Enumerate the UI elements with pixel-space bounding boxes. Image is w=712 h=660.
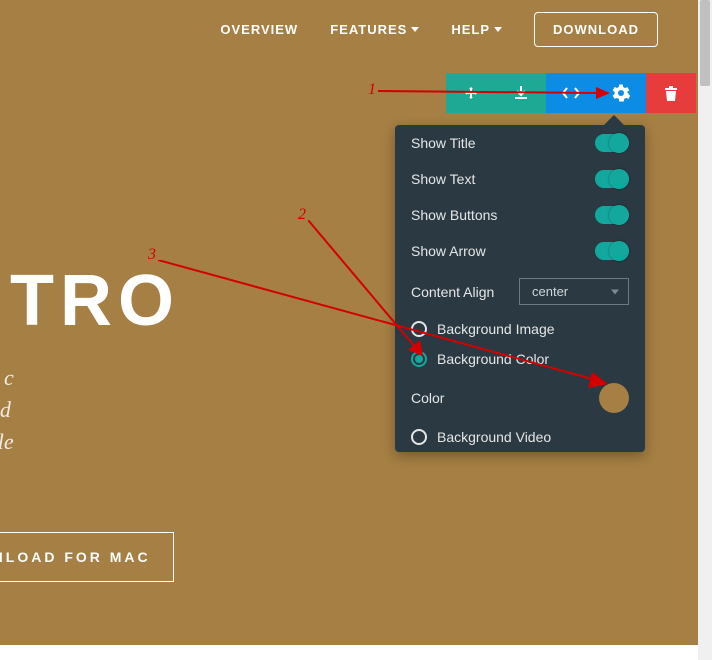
- block-settings-popover: Show Title Show Text Show Buttons Show A…: [395, 125, 645, 452]
- top-nav: OVERVIEW FEATURES HELP DOWNLOAD: [0, 12, 658, 47]
- nav-help-label: HELP: [451, 22, 490, 37]
- color-label: Color: [411, 390, 444, 406]
- nav-overview[interactable]: OVERVIEW: [220, 22, 298, 37]
- settings-block-button[interactable]: [596, 73, 646, 113]
- radio-icon: [411, 429, 427, 445]
- show-arrow-toggle[interactable]: [595, 242, 629, 260]
- bg-video-label: Background Video: [437, 429, 551, 445]
- save-block-button[interactable]: [496, 73, 546, 113]
- show-title-row: Show Title: [395, 125, 645, 161]
- gear-icon: [612, 84, 630, 102]
- code-icon: [562, 86, 580, 100]
- show-title-toggle[interactable]: [595, 134, 629, 152]
- show-arrow-label: Show Arrow: [411, 243, 486, 259]
- hero-body: ick blue "Gear" icon in the top right c …: [0, 362, 420, 490]
- hero-body-line: s, sites and add extensions.: [0, 458, 420, 490]
- hero-body-line: itle and change the block background: [0, 394, 420, 426]
- move-icon: [463, 85, 479, 101]
- color-swatch[interactable]: [599, 383, 629, 413]
- content-align-select[interactable]: center: [519, 278, 629, 305]
- hero-body-line: ick blue "Gear" icon in the top right c: [0, 362, 420, 394]
- hero-body-line: ner to add a new block. Use the top le: [0, 426, 420, 458]
- show-buttons-toggle[interactable]: [595, 206, 629, 224]
- content-align-label: Content Align: [411, 284, 494, 300]
- nav-help[interactable]: HELP: [451, 22, 502, 37]
- download-button[interactable]: DOWNLOAD: [534, 12, 658, 47]
- content-align-row: Content Align center: [395, 269, 645, 314]
- color-row: Color: [395, 374, 645, 422]
- download-icon: [514, 86, 528, 100]
- show-arrow-row: Show Arrow: [395, 233, 645, 269]
- block-toolbar: [446, 73, 696, 113]
- radio-icon: [411, 351, 427, 367]
- scrollbar-thumb[interactable]: [700, 0, 710, 86]
- code-block-button[interactable]: [546, 73, 596, 113]
- bg-image-label: Background Image: [437, 321, 555, 337]
- nav-features[interactable]: FEATURES: [330, 22, 419, 37]
- radio-icon: [411, 321, 427, 337]
- move-block-button[interactable]: [446, 73, 496, 113]
- bg-video-radio[interactable]: Background Video: [395, 422, 645, 452]
- download-mac-button[interactable]: DOWNLOAD FOR MAC: [0, 532, 174, 582]
- nav-features-label: FEATURES: [330, 22, 407, 37]
- show-title-label: Show Title: [411, 135, 476, 151]
- caret-down-icon: [411, 27, 419, 32]
- trash-icon: [664, 85, 678, 101]
- show-text-row: Show Text: [395, 161, 645, 197]
- show-buttons-label: Show Buttons: [411, 207, 497, 223]
- delete-block-button[interactable]: [646, 73, 696, 113]
- hero-buttons: OWS DOWNLOAD FOR MAC: [0, 532, 174, 582]
- caret-down-icon: [494, 27, 502, 32]
- vertical-scrollbar[interactable]: [698, 0, 712, 660]
- hero-title: REEN INTRO: [0, 260, 456, 342]
- show-buttons-row: Show Buttons: [395, 197, 645, 233]
- show-text-label: Show Text: [411, 171, 475, 187]
- bg-color-radio[interactable]: Background Color: [395, 344, 645, 374]
- bg-image-radio[interactable]: Background Image: [395, 314, 645, 344]
- show-text-toggle[interactable]: [595, 170, 629, 188]
- bg-color-label: Background Color: [437, 351, 549, 367]
